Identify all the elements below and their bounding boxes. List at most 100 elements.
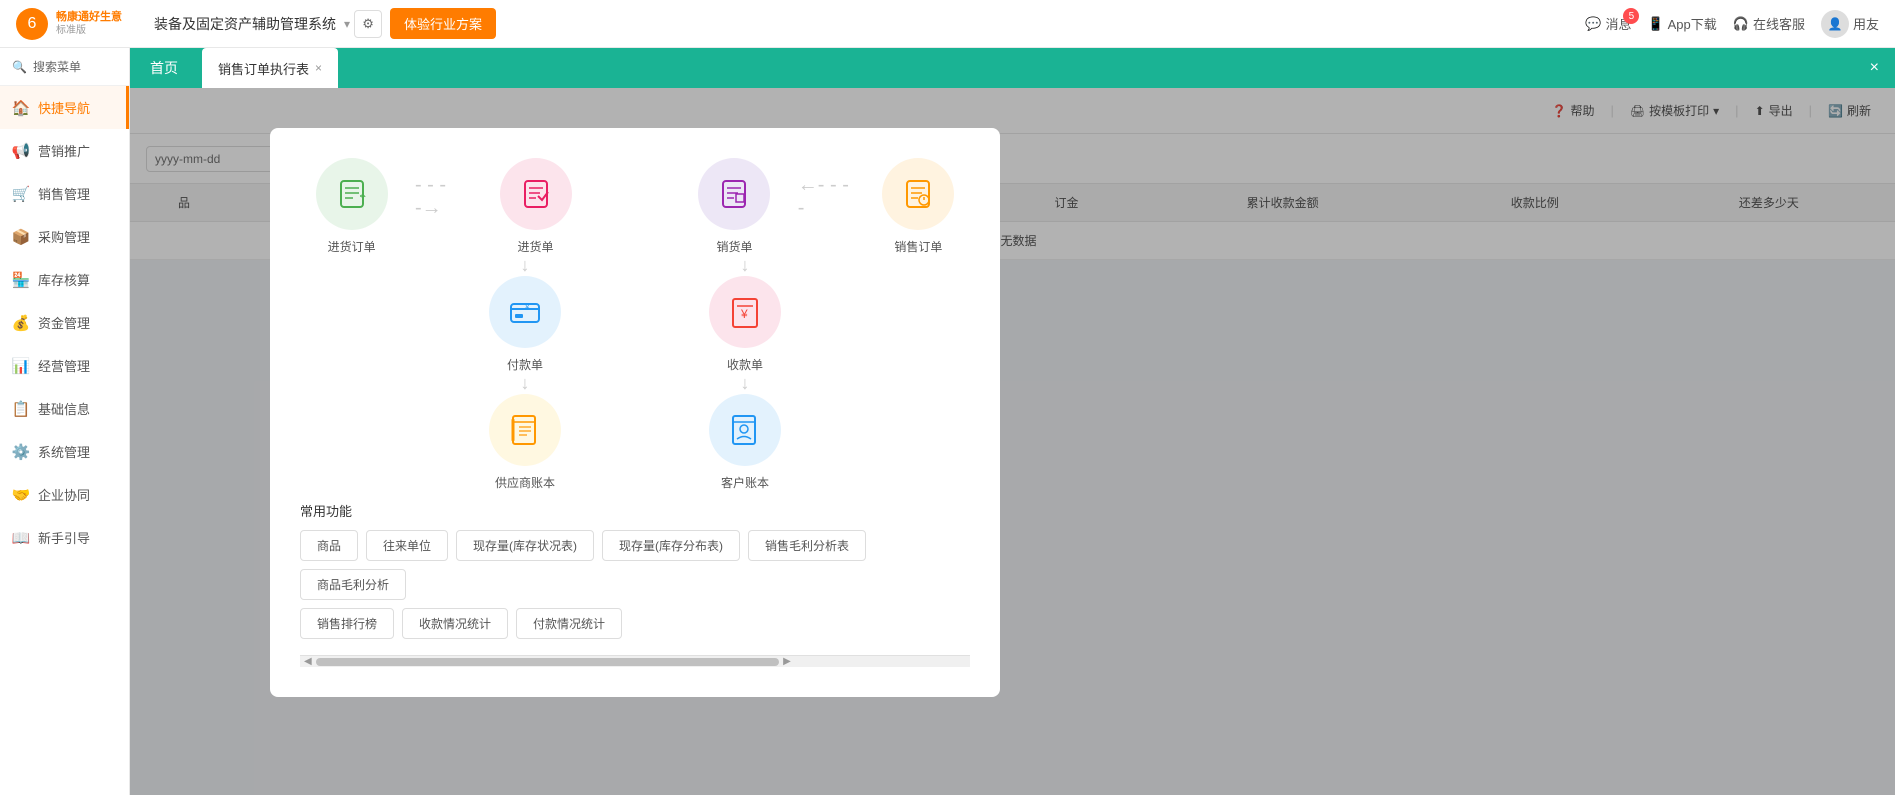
arrow-row-down: ↓ ↓ bbox=[270, 255, 1000, 276]
experience-button[interactable]: 体验行业方案 bbox=[390, 8, 496, 39]
sales-bill-circle bbox=[698, 158, 770, 230]
enterprise-icon: 🤝 bbox=[12, 486, 30, 504]
down-arrow-receipt: ↓ bbox=[675, 373, 815, 394]
sales-order-circle bbox=[882, 158, 954, 230]
func-btn-product[interactable]: 商品 bbox=[300, 530, 358, 561]
modal-scroll-bar[interactable]: ◀ ▶ bbox=[300, 655, 970, 667]
modal-box: 进货订单 - - - -→ 进货单 bbox=[270, 128, 1000, 697]
tab-close-right-button[interactable]: × bbox=[1854, 59, 1895, 77]
search-icon: 🔍 bbox=[12, 60, 27, 74]
func-buttons-row: 商品 往来单位 现存量(库存状况表) 现存量(库存分布表) 销售毛利分析表 商品… bbox=[300, 530, 970, 600]
tab-home[interactable]: 首页 bbox=[130, 48, 198, 88]
func-buttons-row2: 销售排行榜 收款情况统计 付款情况统计 bbox=[300, 608, 970, 639]
sidebar: 🔍 搜索菜单 🏠 快捷导航 📢 营销推广 🛒 销售管理 📦 采购管理 🏪 bbox=[0, 48, 130, 795]
page-content: ❓ 帮助 | 🖨 按模板打印 ▾ | ⬆ 导出 | bbox=[130, 88, 1895, 795]
flow-row-1: 进货订单 - - - -→ 进货单 bbox=[288, 158, 981, 255]
logo-area: 6 畅康通好生意 标准版 bbox=[16, 8, 146, 40]
arrow-purchase-to-bill: - - - -→ bbox=[415, 174, 472, 220]
payment-circle: ¥ bbox=[489, 276, 561, 348]
func-btn-product-profit[interactable]: 商品毛利分析 bbox=[300, 569, 406, 600]
sidebar-item-sales[interactable]: 🛒 销售管理 bbox=[0, 172, 129, 215]
tab-close-button[interactable]: × bbox=[315, 61, 322, 75]
top-bar: 6 畅康通好生意 标准版 装备及固定资产辅助管理系统 ▾ ⚙ 体验行业方案 💬 … bbox=[0, 0, 1895, 48]
online-service-button[interactable]: 🎧 在线客服 bbox=[1733, 14, 1805, 33]
svg-text:¥: ¥ bbox=[524, 303, 530, 312]
down-arrow-payment: ↓ bbox=[455, 373, 595, 394]
sidebar-item-inventory[interactable]: 🏪 库存核算 bbox=[0, 258, 129, 301]
settings-button[interactable]: ⚙ bbox=[354, 10, 382, 38]
flow-item-customer-ledger[interactable]: 客户账本 bbox=[675, 394, 815, 491]
func-btn-sales-rank[interactable]: 销售排行榜 bbox=[300, 608, 394, 639]
common-functions-section: 常用功能 商品 往来单位 现存量(库存状况表) 现存量(库存分布表) 销售毛利分… bbox=[300, 501, 970, 639]
flow-row-2: ¥ 付款单 ¥ 收款单 bbox=[270, 276, 1000, 373]
system-title: 装备及固定资产辅助管理系统 ▾ bbox=[154, 14, 350, 34]
purchase-order-circle bbox=[316, 158, 388, 230]
func-btn-payment-stat[interactable]: 付款情况统计 bbox=[516, 608, 622, 639]
system-title-text: 装备及固定资产辅助管理系统 bbox=[154, 14, 336, 34]
func-btn-sales-profit[interactable]: 销售毛利分析表 bbox=[748, 530, 866, 561]
main-area: 🔍 搜索菜单 🏠 快捷导航 📢 营销推广 🛒 销售管理 📦 采购管理 🏪 bbox=[0, 48, 1895, 795]
flow-item-supplier-ledger[interactable]: 供应商账本 bbox=[455, 394, 595, 491]
search-menu-button[interactable]: 🔍 搜索菜单 bbox=[0, 48, 129, 86]
flow-item-sales-bill[interactable]: 销货单 bbox=[671, 158, 798, 255]
scroll-right-button[interactable]: ▶ bbox=[783, 656, 791, 667]
message-button[interactable]: 💬 消息 5 bbox=[1585, 14, 1631, 33]
message-icon: 💬 bbox=[1585, 16, 1601, 32]
user-area[interactable]: 👤 用友 bbox=[1821, 10, 1879, 38]
scroll-thumb[interactable] bbox=[316, 658, 779, 666]
receipt-circle: ¥ bbox=[709, 276, 781, 348]
func-btn-counterpart[interactable]: 往来单位 bbox=[366, 530, 448, 561]
arrow-sales-order-to-bill: ←- - - - bbox=[798, 174, 855, 220]
purchase-bill-circle bbox=[500, 158, 572, 230]
flow-item-sales-order[interactable]: 销售订单 bbox=[855, 158, 982, 255]
sidebar-item-basic[interactable]: 📋 基础信息 bbox=[0, 387, 129, 430]
sidebar-item-marketing[interactable]: 📢 营销推广 bbox=[0, 129, 129, 172]
download-icon: 📱 bbox=[1647, 16, 1663, 32]
sidebar-item-quick-nav[interactable]: 🏠 快捷导航 bbox=[0, 86, 129, 129]
basic-icon: 📋 bbox=[12, 400, 30, 418]
sidebar-item-newbie[interactable]: 📖 新手引导 bbox=[0, 516, 129, 559]
purchase-icon: 📦 bbox=[12, 228, 30, 246]
func-section-title: 常用功能 bbox=[300, 501, 970, 520]
sidebar-item-enterprise[interactable]: 🤝 企业协同 bbox=[0, 473, 129, 516]
modal-overlay[interactable]: 进货订单 - - - -→ 进货单 bbox=[130, 88, 1895, 795]
customer-ledger-circle bbox=[709, 394, 781, 466]
sales-icon: 🛒 bbox=[12, 185, 30, 203]
avatar: 👤 bbox=[1821, 10, 1849, 38]
sidebar-item-system[interactable]: ⚙️ 系统管理 bbox=[0, 430, 129, 473]
sidebar-item-operation[interactable]: 📊 经营管理 bbox=[0, 344, 129, 387]
logo-icon: 6 bbox=[16, 8, 48, 40]
top-bar-right: 💬 消息 5 📱 App下载 🎧 在线客服 👤 用友 bbox=[1585, 10, 1879, 38]
flow-row-3: 供应商账本 客户账本 bbox=[270, 394, 1000, 491]
supplier-ledger-circle bbox=[489, 394, 561, 466]
app-download-button[interactable]: 📱 App下载 bbox=[1647, 14, 1716, 33]
flow-item-receipt[interactable]: ¥ 收款单 bbox=[675, 276, 815, 373]
func-btn-stock-dist[interactable]: 现存量(库存分布表) bbox=[602, 530, 740, 561]
flow-item-payment[interactable]: ¥ 付款单 bbox=[455, 276, 595, 373]
finance-icon: 💰 bbox=[12, 314, 30, 332]
dropdown-arrow-icon[interactable]: ▾ bbox=[344, 17, 350, 31]
down-arrow-purchase: ↓ bbox=[455, 255, 595, 276]
system-icon: ⚙️ bbox=[12, 443, 30, 461]
flow-diagram: 进货订单 - - - -→ 进货单 bbox=[300, 158, 970, 491]
content-area: 首页 销售订单执行表 × × ❓ 帮助 | bbox=[130, 48, 1895, 795]
svg-text:¥: ¥ bbox=[740, 307, 748, 321]
tab-sales-order[interactable]: 销售订单执行表 × bbox=[202, 48, 338, 88]
newbie-icon: 📖 bbox=[12, 529, 30, 547]
logo-text: 畅康通好生意 标准版 bbox=[56, 10, 122, 37]
down-arrow-sales: ↓ bbox=[675, 255, 815, 276]
tab-bar: 首页 销售订单执行表 × × bbox=[130, 48, 1895, 88]
sidebar-item-finance[interactable]: 💰 资金管理 bbox=[0, 301, 129, 344]
operation-icon: 📊 bbox=[12, 357, 30, 375]
sidebar-item-purchase[interactable]: 📦 采购管理 bbox=[0, 215, 129, 258]
inventory-icon: 🏪 bbox=[12, 271, 30, 289]
func-btn-receipt-stat[interactable]: 收款情况统计 bbox=[402, 608, 508, 639]
flow-item-purchase-order[interactable]: 进货订单 bbox=[288, 158, 415, 255]
flow-item-purchase-bill[interactable]: 进货单 bbox=[472, 158, 599, 255]
scroll-left-button[interactable]: ◀ bbox=[304, 656, 312, 667]
func-btn-stock-status[interactable]: 现存量(库存状况表) bbox=[456, 530, 594, 561]
message-badge: 5 bbox=[1623, 8, 1639, 24]
headset-icon: 🎧 bbox=[1733, 16, 1749, 32]
marketing-icon: 📢 bbox=[12, 142, 30, 160]
arrow-row-down2: ↓ ↓ bbox=[270, 373, 1000, 394]
